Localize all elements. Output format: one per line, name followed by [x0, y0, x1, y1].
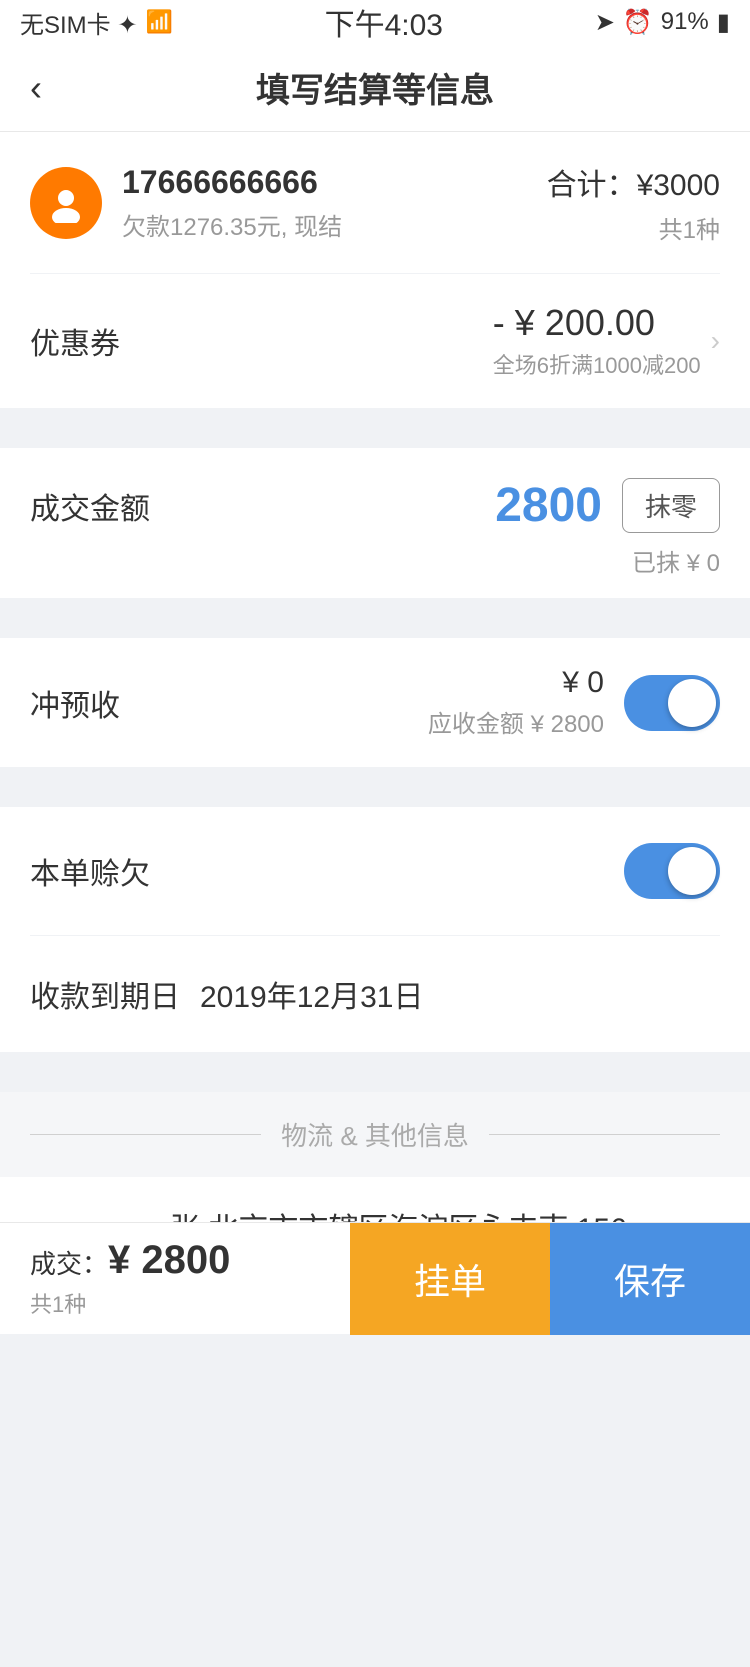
hang-order-button[interactable]: 挂单 — [350, 1223, 550, 1335]
back-button[interactable]: ‹ — [30, 67, 42, 109]
coupon-chevron-icon: › — [711, 325, 720, 357]
section-divider-3 — [0, 787, 750, 807]
amount-right: 2800 抹零 — [495, 478, 720, 533]
deal-amount-value: 2800 — [495, 478, 602, 533]
debt-row: 本单赊欠 — [0, 807, 750, 935]
logistics-line-right — [489, 1134, 720, 1135]
coupon-info: - ¥ 200.00 全场6折满1000减200 — [493, 302, 701, 380]
empty-space — [0, 1347, 750, 1547]
section-divider-4 — [0, 1072, 750, 1092]
bottom-deal-label: 成交：¥ 2800 — [30, 1238, 320, 1283]
wifi-icon: 📶 — [145, 9, 172, 35]
status-left: 无SIM卡 ✦ 📶 — [20, 5, 173, 40]
total-amount: 合计：¥3000 — [547, 160, 720, 204]
total-count: 共1种 — [547, 210, 720, 245]
bottom-bar: 成交：¥ 2800 共1种 挂单 保存 — [0, 1222, 750, 1334]
deal-amount-label: 成交金额 — [30, 484, 150, 528]
debt-card: 本单赊欠 收款到期日 2019年12月31日 — [0, 807, 750, 1052]
alarm-icon: ⏰ — [623, 8, 653, 37]
section-divider-2 — [0, 618, 750, 638]
customer-debt: 欠款1276.35元, 现结 — [122, 207, 342, 242]
page-title: 填写结算等信息 — [256, 63, 494, 112]
save-button[interactable]: 保存 — [550, 1223, 750, 1335]
coupon-right: - ¥ 200.00 全场6折满1000减200 › — [493, 302, 720, 380]
due-date-value: 2019年12月31日 — [200, 972, 423, 1016]
prepay-right: ¥ 0 应收金额 ¥ 2800 — [428, 666, 720, 739]
location-icon: ➤ — [595, 8, 615, 37]
customer-left: 17666666666 欠款1276.35元, 现结 — [30, 164, 342, 242]
debt-toggle[interactable] — [624, 843, 720, 899]
debt-label: 本单赊欠 — [30, 849, 150, 893]
status-time: 下午4:03 — [325, 0, 443, 44]
status-bar: 无SIM卡 ✦ 📶 下午4:03 ➤ ⏰ 91% ▮ — [0, 0, 750, 44]
battery-icon: ▮ — [717, 8, 730, 37]
coupon-row[interactable]: 优惠券 - ¥ 200.00 全场6折满1000减200 › — [0, 274, 750, 408]
coupon-amount: - ¥ 200.00 — [493, 302, 701, 344]
bottom-amount: ¥ 2800 — [108, 1238, 230, 1282]
prepay-values: ¥ 0 应收金额 ¥ 2800 — [428, 666, 604, 739]
customer-card: 17666666666 欠款1276.35元, 现结 合计：¥3000 共1种 … — [0, 132, 750, 408]
prepay-value: ¥ 0 — [428, 666, 604, 700]
coupon-desc: 全场6折满1000减200 — [493, 348, 701, 380]
date-row: 收款到期日 2019年12月31日 — [0, 936, 750, 1052]
logistics-label: 物流 & 其他信息 — [281, 1116, 469, 1153]
logistics-line-left — [30, 1134, 261, 1135]
deal-amount-card: 成交金额 2800 抹零 已抹 ¥ 0 — [0, 448, 750, 598]
prepay-label: 冲预收 — [30, 681, 120, 725]
status-right: ➤ ⏰ 91% ▮ — [595, 8, 730, 37]
due-date-label: 收款到期日 — [30, 972, 180, 1016]
section-divider-1 — [0, 428, 750, 448]
nav-bar: ‹ 填写结算等信息 — [0, 44, 750, 132]
customer-row: 17666666666 欠款1276.35元, 现结 合计：¥3000 共1种 — [0, 132, 750, 273]
sim-label: 无SIM卡 ✦ — [20, 5, 137, 40]
customer-total: 合计：¥3000 共1种 — [547, 160, 720, 245]
customer-phone: 17666666666 — [122, 164, 342, 201]
bottom-summary: 成交：¥ 2800 共1种 — [0, 1238, 350, 1319]
bottom-count: 共1种 — [30, 1287, 320, 1319]
prepay-toggle[interactable] — [624, 675, 720, 731]
customer-info: 17666666666 欠款1276.35元, 现结 — [122, 164, 342, 242]
prepay-card: 冲预收 ¥ 0 应收金额 ¥ 2800 — [0, 638, 750, 767]
amount-row: 成交金额 2800 抹零 — [0, 448, 750, 543]
prepay-row: 冲预收 ¥ 0 应收金额 ¥ 2800 — [0, 638, 750, 767]
content: 17666666666 欠款1276.35元, 现结 合计：¥3000 共1种 … — [0, 132, 750, 1667]
battery-label: 91% — [661, 8, 709, 36]
coupon-label: 优惠券 — [30, 319, 120, 363]
deal-amount-sub: 已抹 ¥ 0 — [0, 543, 750, 598]
prepay-sub: 应收金额 ¥ 2800 — [428, 704, 604, 739]
logistics-section: 物流 & 其他信息 — [0, 1092, 750, 1177]
round-button[interactable]: 抹零 — [622, 478, 720, 533]
avatar — [30, 167, 102, 239]
